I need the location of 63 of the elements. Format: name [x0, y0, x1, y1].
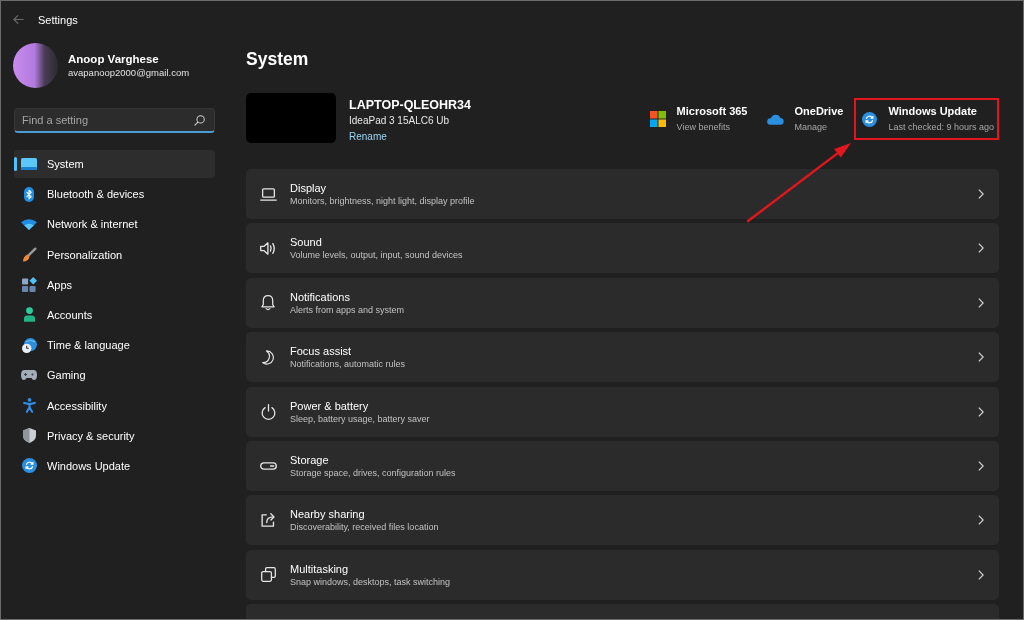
chevron-icon [978, 460, 984, 471]
profile-email: avapanoop2000@gmail.com [68, 66, 190, 79]
accessibility-icon [22, 398, 36, 413]
avatar-placeholder [13, 43, 58, 88]
settings-card[interactable]: Multitasking Snap windows, desktops, task switching [246, 549, 999, 600]
gamepad-icon [21, 370, 37, 381]
four-squares-icon [649, 111, 666, 127]
sidebar-item[interactable]: Accounts [14, 300, 215, 329]
rename-link[interactable]: Rename [349, 129, 387, 145]
selection-indicator [14, 157, 17, 171]
sidebar-item[interactable]: Accessibility [14, 391, 215, 420]
speaker-icon [260, 241, 276, 255]
power-icon [260, 403, 276, 420]
sidebar-item[interactable]: Apps [14, 270, 215, 299]
sidebar-item[interactable]: Network & internet [14, 210, 215, 239]
share-icon [261, 513, 275, 528]
settings-card[interactable]: Nearby sharing Discoverability, received files location [246, 495, 999, 546]
brush-icon [21, 247, 37, 263]
moon-icon [261, 349, 275, 365]
settings-card[interactable]: Storage Storage space, drives, configuration rules [246, 440, 999, 491]
globe-clock-icon [21, 337, 37, 353]
chevron-icon [978, 515, 984, 526]
chevron-icon [978, 189, 984, 199]
sidebar-item[interactable]: Privacy & security [14, 421, 215, 450]
monitor-icon [21, 158, 37, 170]
sidebar-item[interactable]: System [14, 150, 215, 178]
refresh-icon [862, 111, 878, 127]
app-grid-icon [21, 277, 37, 293]
chevron-icon [978, 569, 984, 580]
quick-link[interactable]: OneDrive Manage [758, 98, 849, 140]
settings-card[interactable]: Display Monitors, brightness, night light, display profile [246, 169, 999, 219]
sidebar-item[interactable]: Windows Update [14, 451, 215, 480]
search-icon [194, 115, 205, 126]
quick-link[interactable]: Microsoft 365 View benefits [641, 98, 753, 140]
sidebar-item[interactable]: Personalization [14, 240, 215, 269]
overlapping-windows-icon [260, 567, 276, 583]
quick-link[interactable]: Windows Update Last checked: 9 hours ago [854, 98, 999, 140]
sidebar-item[interactable]: Time & language [14, 331, 215, 360]
settings-card[interactable]: Notifications Alerts from apps and system [246, 277, 999, 328]
chevron-icon [978, 352, 984, 363]
bell-icon [261, 294, 275, 311]
cloud-icon [766, 113, 784, 125]
device-name: LAPTOP-QLEOHR34 [349, 97, 471, 113]
shield-icon [22, 428, 36, 444]
wifi-icon [21, 218, 37, 230]
chevron-icon [978, 297, 984, 308]
chevron-icon [978, 243, 984, 254]
drive-icon [259, 461, 277, 470]
sidebar-item[interactable]: Gaming [14, 361, 215, 390]
profile-name: Anoop Varghese [68, 52, 160, 66]
refresh-icon [21, 458, 37, 474]
settings-card[interactable]: Sound Volume levels, output, input, sound devices [246, 223, 999, 274]
device-model: IdeaPad 3 15ALC6 Ub [349, 114, 451, 128]
window-title: Settings [38, 13, 78, 26]
chevron-icon [978, 406, 984, 417]
settings-card[interactable]: Power & battery Sleep, battery usage, battery saver [246, 386, 999, 437]
settings-card[interactable]: Focus assist Notifications, automatic rules [246, 332, 999, 383]
bluetooth-icon [24, 186, 34, 202]
person-icon [23, 307, 35, 323]
laptop-icon [259, 187, 277, 201]
sidebar-item[interactable]: Bluetooth & devices [14, 180, 215, 209]
page-title: System [246, 48, 310, 71]
search-field[interactable]: Find a setting [14, 108, 215, 133]
